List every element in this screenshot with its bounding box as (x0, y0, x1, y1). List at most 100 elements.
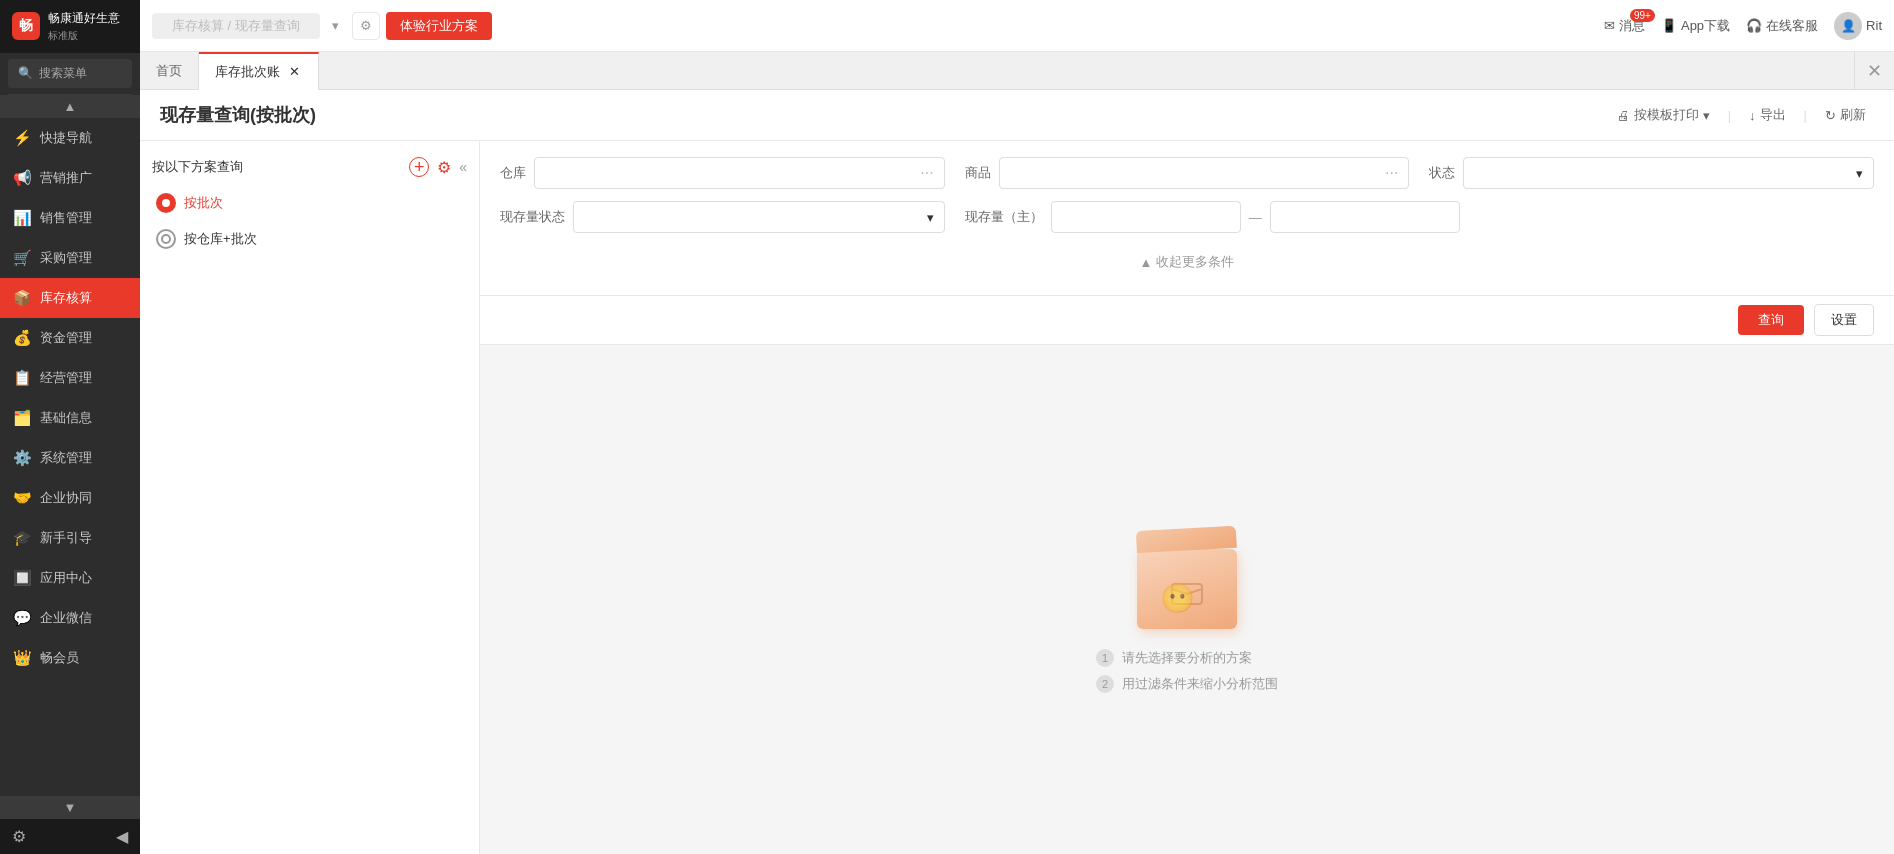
refresh-icon: ↻ (1825, 108, 1836, 123)
sidebar-item-label: 营销推广 (40, 169, 92, 187)
sidebar-item-label: 应用中心 (40, 569, 92, 587)
page-header-actions: 🖨 按模板打印 ▾ | ↓ 导出 | ↻ 刷新 (1609, 102, 1874, 128)
left-panel: 按以下方案查询 + ⚙ « 按批次 (140, 141, 480, 854)
user-avatar: 👤 (1834, 12, 1862, 40)
sidebar: 畅 畅康通好生意 标准版 🔍 搜索菜单 ▲ ⚡ 快捷导航 📢 营销推广 📊 销售… (0, 0, 140, 854)
filter-row-1: 仓库 ··· 商品 ··· (500, 157, 1874, 189)
print-btn[interactable]: 🖨 按模板打印 ▾ (1609, 102, 1718, 128)
range-dash: — (1249, 210, 1262, 225)
status-filter: 状态 ▾ (1429, 157, 1874, 189)
messages-btn[interactable]: ✉ 消息 99+ (1604, 17, 1645, 35)
export-btn[interactable]: ↓ 导出 (1741, 102, 1794, 128)
page-header: 现存量查询(按批次) 🖨 按模板打印 ▾ | ↓ 导出 | ↻ 刷新 (140, 90, 1894, 141)
scheme-active-icon (156, 193, 176, 213)
left-panel-actions: + ⚙ « (409, 157, 467, 177)
basic-icon: 🗂️ (12, 408, 32, 428)
sidebar-item-label: 新手引导 (40, 529, 92, 547)
sidebar-item-sales[interactable]: 📊 销售管理 (0, 198, 140, 238)
page-content: 现存量查询(按批次) 🖨 按模板打印 ▾ | ↓ 导出 | ↻ 刷新 (140, 90, 1894, 854)
sidebar-item-label: 库存核算 (40, 289, 92, 307)
goods-input[interactable]: ··· (999, 157, 1410, 189)
user-profile[interactable]: 👤 Rit (1834, 12, 1882, 40)
sidebar-item-finance[interactable]: 💰 资金管理 (0, 318, 140, 358)
sidebar-scroll-down[interactable]: ▼ (0, 796, 140, 819)
tab-inventory-batch-label: 库存批次账 (215, 63, 280, 81)
sidebar-item-quicknav[interactable]: ⚡ 快捷导航 (0, 118, 140, 158)
stock-qty-range: — (1051, 201, 1460, 233)
tab-inventory-batch[interactable]: 库存批次账 ✕ (199, 52, 319, 90)
tabs-close-all[interactable]: ✕ (1854, 52, 1894, 90)
warehouse-input[interactable]: ··· (534, 157, 945, 189)
status-select[interactable]: ▾ (1463, 157, 1874, 189)
footer-settings-icon[interactable]: ⚙ (12, 827, 26, 846)
sales-icon: 📊 (12, 208, 32, 228)
topbar-dropdown[interactable]: ▾ (326, 16, 346, 36)
filter-collapse-btn[interactable]: ▲ 收起更多条件 (500, 245, 1874, 279)
wechat-icon: 💬 (12, 608, 32, 628)
sidebar-item-basic[interactable]: 🗂️ 基础信息 (0, 398, 140, 438)
sidebar-item-member[interactable]: 👑 畅会员 (0, 638, 140, 678)
sidebar-footer: ⚙ ◀ (0, 819, 140, 854)
sidebar-item-label: 资金管理 (40, 329, 92, 347)
footer-collapse-icon[interactable]: ◀ (116, 827, 128, 846)
online-service-btn[interactable]: 🎧 在线客服 (1746, 17, 1818, 35)
topbar-right: ✉ 消息 99+ 📱 App下载 🎧 在线客服 👤 Rit (1604, 12, 1882, 40)
sidebar-item-label: 采购管理 (40, 249, 92, 267)
status-label: 状态 (1429, 164, 1455, 182)
topbar-breadcrumb-area: 库存核算 / 现存量查询 (152, 13, 320, 39)
left-panel-add-btn[interactable]: + (409, 157, 429, 177)
sidebar-item-apps[interactable]: 🔲 应用中心 (0, 558, 140, 598)
purchase-icon: 🛒 (12, 248, 32, 268)
goods-label: 商品 (965, 164, 991, 182)
refresh-btn[interactable]: ↻ 刷新 (1817, 102, 1874, 128)
app-edition: 标准版 (48, 29, 120, 43)
stock-qty-min[interactable] (1051, 201, 1241, 233)
scheme-item-batch[interactable]: 按批次 (140, 185, 479, 221)
content-layout: 按以下方案查询 + ⚙ « 按批次 (140, 141, 1894, 854)
sidebar-scroll-up[interactable]: ▲ (0, 95, 140, 118)
query-btn[interactable]: 查询 (1738, 305, 1804, 335)
scheme-item-warehouse-batch[interactable]: 按仓库+批次 (140, 221, 479, 257)
tab-home[interactable]: 首页 (140, 52, 199, 90)
sidebar-item-newbie[interactable]: 🎓 新手引导 (0, 518, 140, 558)
left-panel-settings-btn[interactable]: ⚙ (437, 158, 451, 177)
app-company: 畅康通好生意 (48, 10, 120, 27)
divider2: | (1804, 108, 1807, 123)
sidebar-item-purchase[interactable]: 🛒 采购管理 (0, 238, 140, 278)
stock-status-label: 现存量状态 (500, 208, 565, 226)
tip1-text: 请先选择要分析的方案 (1122, 649, 1252, 667)
tip2-num: 2 (1096, 675, 1114, 693)
app-download-btn[interactable]: 📱 App下载 (1661, 17, 1730, 35)
sidebar-item-system[interactable]: ⚙️ 系统管理 (0, 438, 140, 478)
goods-filter: 商品 ··· (965, 157, 1410, 189)
tab-close-btn[interactable]: ✕ (286, 64, 302, 80)
newbie-icon: 🎓 (12, 528, 32, 548)
sidebar-search[interactable]: 🔍 搜索菜单 (8, 59, 132, 88)
page-title: 现存量查询(按批次) (160, 103, 316, 127)
sidebar-item-operations[interactable]: 📋 经营管理 (0, 358, 140, 398)
left-panel-collapse-btn[interactable]: « (459, 159, 467, 175)
sidebar-item-label: 销售管理 (40, 209, 92, 227)
empty-tips: 1 请先选择要分析的方案 2 用过滤条件来缩小分析范围 (1096, 649, 1278, 693)
empty-tip-2: 2 用过滤条件来缩小分析范围 (1096, 675, 1278, 693)
warehouse-label: 仓库 (500, 164, 526, 182)
scheme-inactive-icon (156, 229, 176, 249)
warehouse-dots: ··· (920, 164, 933, 182)
sidebar-item-label: 企业协同 (40, 489, 92, 507)
sidebar-item-wechat[interactable]: 💬 企业微信 (0, 598, 140, 638)
goods-dots: ··· (1385, 164, 1398, 182)
quicknav-icon: ⚡ (12, 128, 32, 148)
finance-icon: 💰 (12, 328, 32, 348)
svg-point-0 (162, 199, 170, 207)
sidebar-item-enterprise[interactable]: 🤝 企业协同 (0, 478, 140, 518)
sidebar-item-marketing[interactable]: 📢 营销推广 (0, 158, 140, 198)
topbar-settings-btn[interactable]: ⚙ (352, 12, 380, 40)
stock-qty-max[interactable] (1270, 201, 1460, 233)
apps-icon: 🔲 (12, 568, 32, 588)
trial-btn[interactable]: 体验行业方案 (386, 12, 492, 40)
stock-status-select[interactable]: ▾ (573, 201, 945, 233)
operations-icon: 📋 (12, 368, 32, 388)
sidebar-item-inventory[interactable]: 📦 库存核算 (0, 278, 140, 318)
tip1-num: 1 (1096, 649, 1114, 667)
settings-btn[interactable]: 设置 (1814, 304, 1874, 336)
